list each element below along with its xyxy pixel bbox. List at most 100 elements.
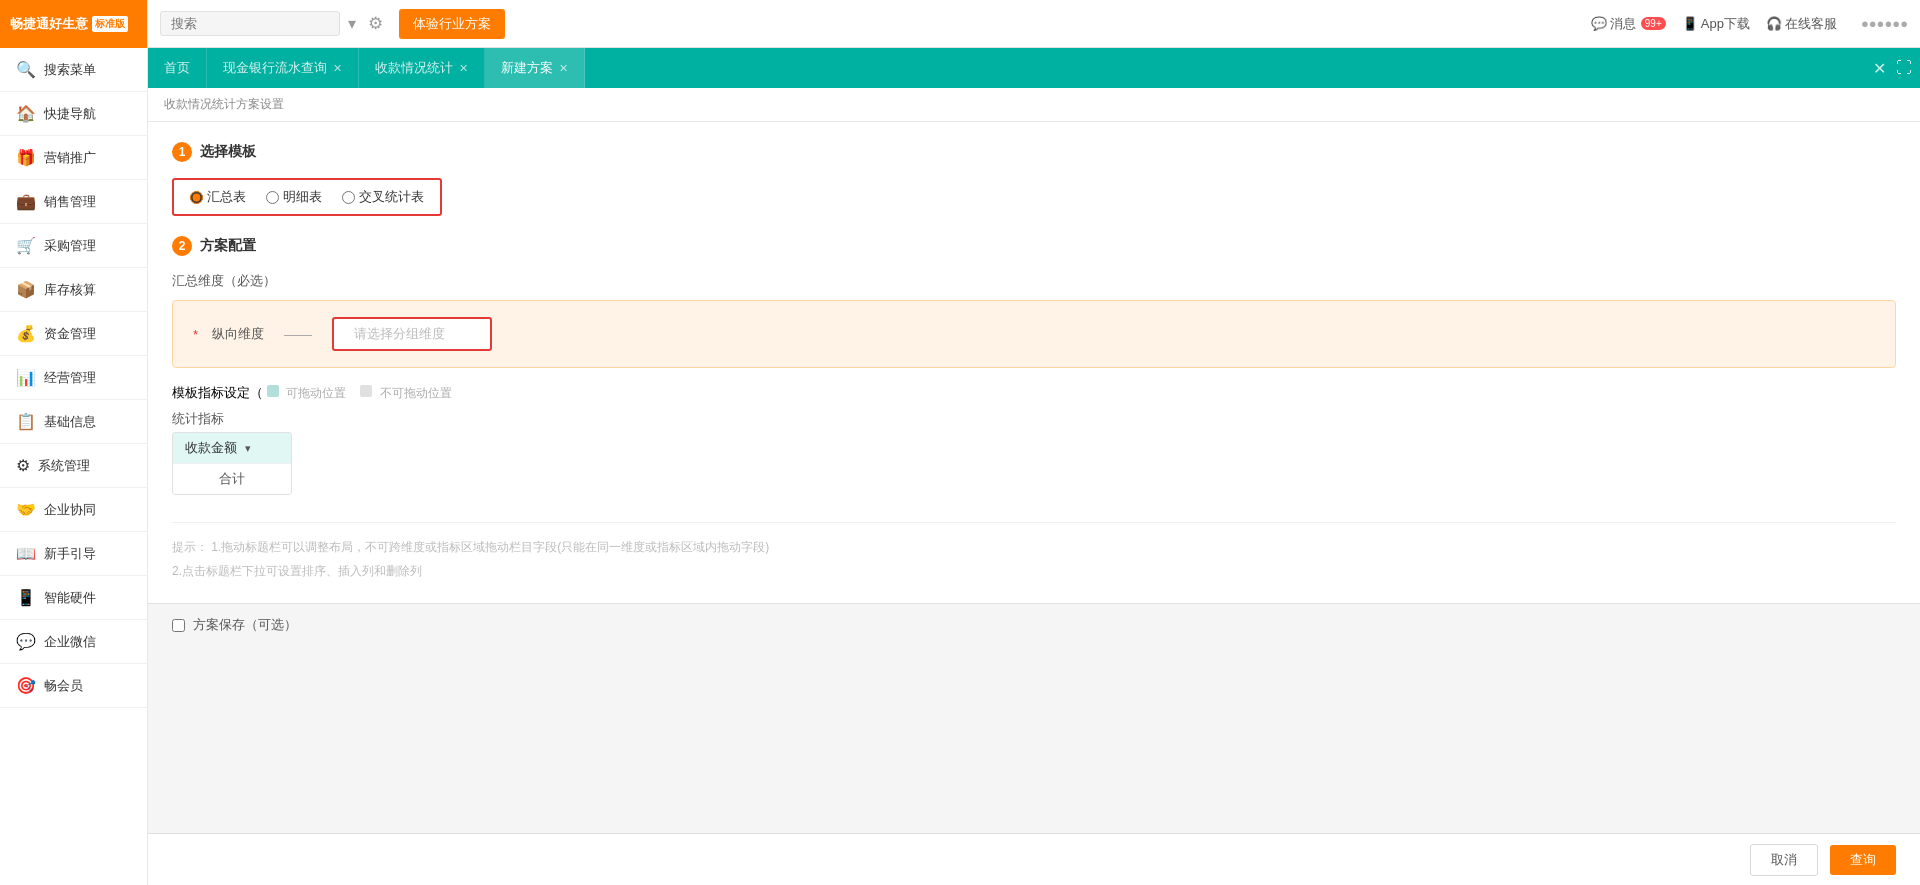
sidebar-item-search-menu[interactable]: 🔍 搜索菜单 [0,48,147,92]
handshake-icon: 🤝 [16,500,36,519]
tips-section: 提示： 1.拖动标题栏可以调整布局，不可跨维度或指标区域拖动栏目字段(只能在同一… [172,522,1896,583]
step2-section: 2 方案配置 汇总维度（必选） * 纵向维度 —— 请选择分组维度 [172,236,1896,583]
metrics-title: 模板指标设定（ 可拖动位置 不可拖动位置 [172,384,452,402]
sidebar-item-quick-nav[interactable]: 🏠 快捷导航 [0,92,147,136]
dimension-name: 纵向维度 [212,325,264,343]
sidebar-item-label: 销售管理 [44,193,96,211]
footer-actions: 取消 查询 [148,833,1920,885]
dropdown-icon[interactable]: ▾ [348,14,356,33]
tab-bank-close[interactable]: ✕ [333,62,342,75]
tab-expand-icon[interactable]: ⛶ [1896,59,1912,77]
sidebar-item-label: 搜索菜单 [44,61,96,79]
chevron-down-icon: ▾ [245,442,251,455]
main-area: ▾ ⚙ 体验行业方案 💬 消息 99+ 📱 App下载 🎧 在线客服 ●●●●●… [148,0,1920,885]
tab-home[interactable]: 首页 [148,48,207,88]
home-icon: 🏠 [16,104,36,123]
sidebar-item-guide[interactable]: 📖 新手引导 [0,532,147,576]
sidebar-item-label: 采购管理 [44,237,96,255]
dimension-box: * 纵向维度 —— 请选择分组维度 [172,300,1896,368]
metrics-title-bar: 模板指标设定（ 可拖动位置 不可拖动位置 [172,384,1896,402]
tips-line2: 2.点击标题栏下拉可设置排序、插入列和删除列 [172,559,1896,583]
sidebar-item-inventory[interactable]: 📦 库存核算 [0,268,147,312]
box-icon: 📦 [16,280,36,299]
radio-detail[interactable]: 明细表 [266,188,322,206]
sidebar-item-label: 新手引导 [44,545,96,563]
radio-cross-input[interactable] [342,191,355,204]
app-download-button[interactable]: 📱 App下载 [1682,15,1750,33]
sidebar-item-label: 畅会员 [44,677,83,695]
radio-summary[interactable]: 汇总表 [190,188,246,206]
gift-icon: 🎁 [16,148,36,167]
online-service-button[interactable]: 🎧 在线客服 [1766,15,1837,33]
tab-new-plan[interactable]: 新建方案 ✕ [485,48,585,88]
sidebar-item-label: 营销推广 [44,149,96,167]
search-menu-icon: 🔍 [16,60,36,79]
template-selection: 汇总表 明细表 交叉统计表 [172,178,1896,216]
radio-detail-input[interactable] [266,191,279,204]
sidebar-item-system[interactable]: ⚙ 系统管理 [0,444,147,488]
required-mark: * [193,327,198,342]
metrics-column-label: 统计指标 [172,411,224,426]
tabbar: 首页 现金银行流水查询 ✕ 收款情况统计 ✕ 新建方案 ✕ ✕ ⛶ [148,48,1920,88]
dimension-arrow: —— [284,326,312,342]
msg-label: 消息 [1610,15,1636,33]
query-button[interactable]: 查询 [1830,845,1896,875]
tab-close-all-icon[interactable]: ✕ [1873,59,1886,78]
sidebar-item-finance[interactable]: 💰 资金管理 [0,312,147,356]
sidebar-item-label: 基础信息 [44,413,96,431]
dimension-section-label: 汇总维度（必选） [172,272,1896,290]
sidebar-item-label: 系统管理 [38,457,90,475]
trial-button[interactable]: 体验行业方案 [399,9,505,39]
sidebar: 畅捷通好生意 标准版 🔍 搜索菜单 🏠 快捷导航 🎁 营销推广 💼 销售管理 🛒… [0,0,148,885]
sidebar-item-operations[interactable]: 📊 经营管理 [0,356,147,400]
radio-cross[interactable]: 交叉统计表 [342,188,424,206]
radio-summary-input[interactable] [190,191,203,204]
edition-badge: 标准版 [92,16,128,32]
tab-bank[interactable]: 现金银行流水查询 ✕ [207,48,359,88]
sidebar-item-marketing[interactable]: 🎁 营销推广 [0,136,147,180]
metrics-row: 合计 [173,463,291,494]
radio-summary-label: 汇总表 [207,188,246,206]
breadcrumb-text: 收款情况统计方案设置 [164,97,284,111]
gear-sidebar-icon: ⚙ [16,456,30,475]
message-button[interactable]: 💬 消息 99+ [1591,15,1666,33]
sidebar-item-member[interactable]: 🎯 畅会员 [0,664,147,708]
search-input[interactable] [160,11,340,36]
tab-receipt-label: 收款情况统计 [375,59,453,77]
metrics-header-label: 收款金额 [185,439,237,457]
dimension-select[interactable]: 请选择分组维度 [332,317,492,351]
tab-new-plan-close[interactable]: ✕ [559,62,568,75]
cancel-button[interactable]: 取消 [1750,844,1818,876]
draggable-dot [267,385,279,397]
sidebar-item-label: 库存核算 [44,281,96,299]
metrics-section: 模板指标设定（ 可拖动位置 不可拖动位置 统计指标 收款金额 [172,384,1896,498]
step2-num: 2 [172,236,192,256]
sidebar-item-hardware[interactable]: 📱 智能硬件 [0,576,147,620]
sidebar-item-purchase[interactable]: 🛒 采购管理 [0,224,147,268]
sidebar-item-base-info[interactable]: 📋 基础信息 [0,400,147,444]
dimension-placeholder: 请选择分组维度 [354,326,445,341]
chart-icon: 📊 [16,368,36,387]
tab-bank-label: 现金银行流水查询 [223,59,327,77]
metrics-header[interactable]: 收款金额 ▾ [173,433,291,463]
cart-icon: 🛒 [16,236,36,255]
msg-badge: 99+ [1641,17,1666,30]
sidebar-item-label: 智能硬件 [44,589,96,607]
sidebar-item-label: 企业协同 [44,501,96,519]
sidebar-item-sales[interactable]: 💼 销售管理 [0,180,147,224]
sidebar-item-wechat[interactable]: 💬 企业微信 [0,620,147,664]
app-name: 畅捷通好生意 [10,15,88,33]
phone-icon: 📱 [16,588,36,607]
sidebar-item-cooperation[interactable]: 🤝 企业协同 [0,488,147,532]
step1-num: 1 [172,142,192,162]
tab-receipt-close[interactable]: ✕ [459,62,468,75]
step2-header: 2 方案配置 [172,236,1896,256]
tab-new-plan-label: 新建方案 [501,59,553,77]
radio-detail-label: 明细表 [283,188,322,206]
settings-icon[interactable]: ⚙ [368,13,383,34]
download-label: App下载 [1701,15,1750,33]
topbar-right: 💬 消息 99+ 📱 App下载 🎧 在线客服 ●●●●●● [1591,15,1908,33]
tab-receipt[interactable]: 收款情况统计 ✕ [359,48,485,88]
tips-line1: 提示： 1.拖动标题栏可以调整布局，不可跨维度或指标区域拖动栏目字段(只能在同一… [172,535,1896,559]
save-checkbox[interactable] [172,619,185,632]
